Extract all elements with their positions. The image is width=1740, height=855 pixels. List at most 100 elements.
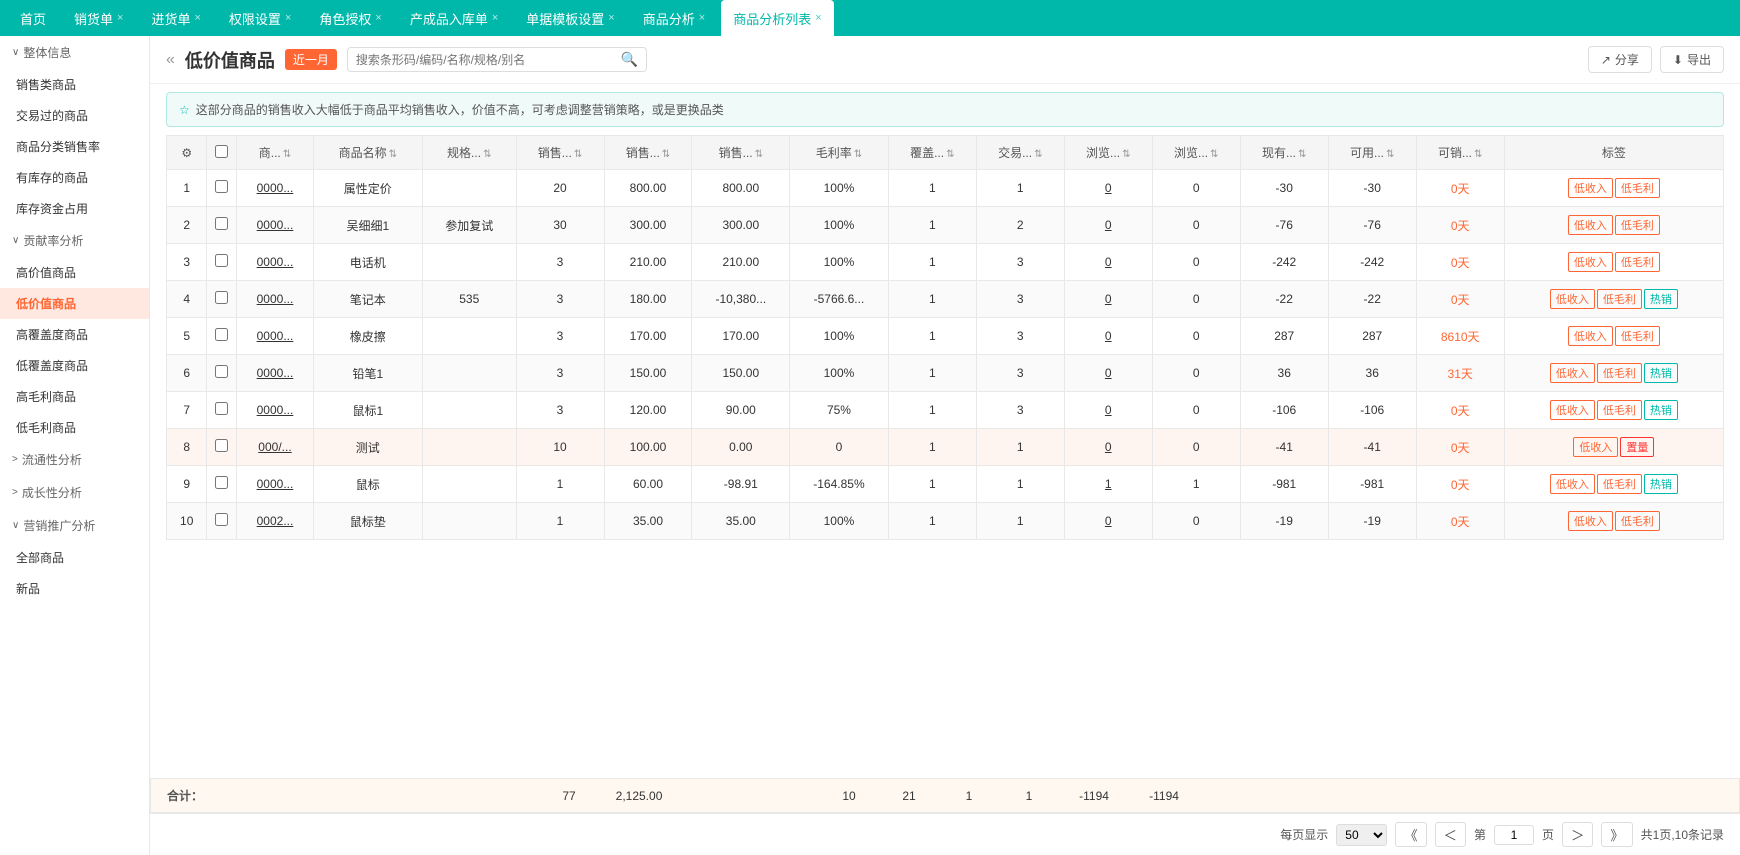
nav-product-analysis[interactable]: 商品分析 × [631,0,717,36]
nav-template[interactable]: 单据模板设置 × [514,0,626,36]
sidebar-item-stock-products[interactable]: 有库存的商品 [0,162,149,193]
product-id-link[interactable]: 0000... [257,292,294,306]
sidebar-item-high-coverage[interactable]: 高覆盖度商品 [0,319,149,350]
sidebar-item-high-value[interactable]: 高价值商品 [0,257,149,288]
nav-purchase[interactable]: 进货单 × [139,0,212,36]
browse1-link[interactable]: 0 [1105,218,1112,232]
col-name[interactable]: 商品名称⇅ [313,136,422,170]
nav-close-product[interactable]: × [492,12,498,24]
table-cell: 0 [1152,281,1240,318]
sidebar-group-growth[interactable]: > 成长性分析 [0,476,149,509]
browse1-link[interactable]: 0 [1105,440,1112,454]
sidebar-group-overview[interactable]: ∨ 整体信息 [0,36,149,69]
nav-close-analysis[interactable]: × [699,12,705,24]
sidebar-item-low-coverage[interactable]: 低覆盖度商品 [0,350,149,381]
sidebar-item-all-products[interactable]: 全部商品 [0,542,149,573]
sidebar-group-circulation[interactable]: > 流通性分析 [0,443,149,476]
nav-permission[interactable]: 权限设置 × [217,0,303,36]
browse1-link[interactable]: 0 [1105,514,1112,528]
col-trade[interactable]: 交易...⇅ [976,136,1064,170]
per-page-select[interactable]: 50 100 [1336,824,1387,846]
col-gear[interactable]: ⚙ [167,136,207,170]
row-checkbox[interactable] [215,402,228,415]
row-checkbox[interactable] [215,476,228,489]
product-id-link[interactable]: 0000... [257,477,294,491]
search-icon[interactable]: 🔍 [620,51,637,68]
product-id-link[interactable]: 0000... [257,329,294,343]
col-available[interactable]: 可用...⇅ [1328,136,1416,170]
sidebar-item-traded-products[interactable]: 交易过的商品 [0,100,149,131]
col-saleable[interactable]: 可销...⇅ [1416,136,1504,170]
nav-close-purchase[interactable]: × [194,12,200,24]
sidebar-item-sales-products[interactable]: 销售类商品 [0,69,149,100]
share-button[interactable]: ↗ 分享 [1588,46,1652,73]
product-id-link[interactable]: 0000... [257,366,294,380]
col-id[interactable]: 商...⇅ [237,136,313,170]
col-checkbox[interactable] [207,136,237,170]
select-all-checkbox[interactable] [215,145,228,158]
product-id-link[interactable]: 0000... [257,403,294,417]
nav-role[interactable]: 角色授权 × [307,0,393,36]
browse1-link[interactable]: 0 [1105,181,1112,195]
settings-icon[interactable]: ⚙ [181,146,192,160]
nav-product-inbound[interactable]: 产成品入库单 × [398,0,510,36]
export-button[interactable]: ⬇ 导出 [1660,46,1724,73]
row-checkbox[interactable] [215,328,228,341]
product-id-link[interactable]: 0000... [257,181,294,195]
nav-close-list[interactable]: × [815,12,821,24]
browse1-link[interactable]: 0 [1105,366,1112,380]
col-browse2[interactable]: 浏览...⇅ [1152,136,1240,170]
browse1-link[interactable]: 0 [1105,255,1112,269]
search-input[interactable] [356,53,617,67]
browse1-link[interactable]: 1 [1105,477,1112,491]
row-checkbox[interactable] [215,365,228,378]
product-id-link[interactable]: 0000... [257,218,294,232]
col-coverage[interactable]: 覆盖...⇅ [888,136,976,170]
nav-close-role[interactable]: × [375,12,381,24]
sidebar-item-low-value[interactable]: 低价值商品 [0,288,149,319]
col-current[interactable]: 现有...⇅ [1240,136,1328,170]
browse1-link[interactable]: 0 [1105,403,1112,417]
date-filter-tag[interactable]: 近一月 [285,49,337,70]
row-checkbox[interactable] [215,291,228,304]
col-spec[interactable]: 规格...⇅ [423,136,517,170]
last-page-btn[interactable]: 》 [1601,822,1632,847]
nav-close-permission[interactable]: × [285,12,291,24]
prev-page-btn[interactable]: ＜ [1435,822,1466,847]
sidebar-group-marketing[interactable]: ∨ 营销推广分析 [0,509,149,542]
browse1-link[interactable]: 0 [1105,292,1112,306]
sidebar-item-category-rate[interactable]: 商品分类销售率 [0,131,149,162]
page-number-input[interactable] [1494,825,1534,845]
sidebar-item-stock-capital[interactable]: 库存资金占用 [0,193,149,224]
row-checkbox[interactable] [215,217,228,230]
page-suffix: 页 [1542,826,1554,843]
nav-home[interactable]: 首页 [8,0,58,36]
col-sales1[interactable]: 销售...⇅ [516,136,604,170]
row-checkbox[interactable] [215,513,228,526]
col-browse1[interactable]: 浏览...⇅ [1064,136,1152,170]
col-tags[interactable]: 标签 [1504,136,1723,170]
nav-close-template[interactable]: × [608,12,614,24]
row-checkbox[interactable] [215,254,228,267]
row-checkbox[interactable] [215,439,228,452]
col-sales3[interactable]: 销售...⇅ [692,136,790,170]
sidebar: ∨ 整体信息 销售类商品 交易过的商品 商品分类销售率 有库存的商品 库存资金占… [0,36,150,855]
first-page-btn[interactable]: 《 [1395,822,1426,847]
product-id-link[interactable]: 0000... [257,255,294,269]
sidebar-item-low-profit[interactable]: 低毛利商品 [0,412,149,443]
nav-close-sales[interactable]: × [117,12,123,24]
sidebar-item-new-products[interactable]: 新品 [0,573,149,604]
collapse-sidebar-btn[interactable]: « [166,51,175,69]
nav-product-list[interactable]: 商品分析列表 × [721,0,833,36]
nav-sales[interactable]: 销货单 × [62,0,135,36]
col-profit[interactable]: 毛利率⇅ [790,136,889,170]
col-sales2[interactable]: 销售...⇅ [604,136,692,170]
next-page-btn[interactable]: ＞ [1562,822,1593,847]
product-id-link[interactable]: 0002... [257,514,294,528]
product-id-link[interactable]: 000/... [258,440,291,454]
data-table-container[interactable]: ⚙ 商...⇅ 商品名称⇅ 规格...⇅ 销售...⇅ 销售...⇅ 销售...… [166,135,1724,778]
sidebar-item-high-profit[interactable]: 高毛利商品 [0,381,149,412]
row-checkbox[interactable] [215,180,228,193]
sidebar-group-contribution[interactable]: ∨ 贡献率分析 [0,224,149,257]
browse1-link[interactable]: 0 [1105,329,1112,343]
